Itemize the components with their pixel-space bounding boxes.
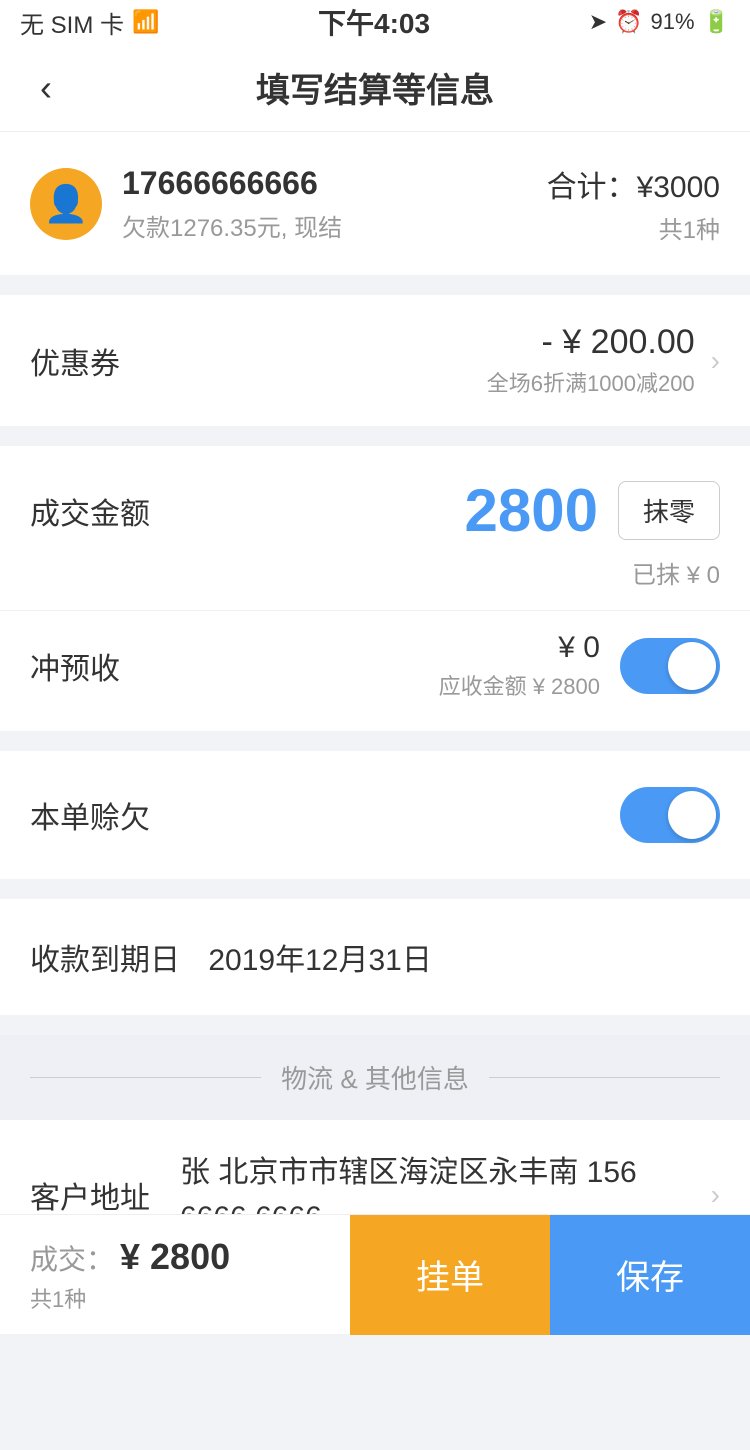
divider-line-left	[30, 1077, 261, 1078]
amount-section: 成交金额 2800 抹零 已抹 ¥ 0 冲预收 ¥ 0 应收金额 ¥ 2800	[0, 446, 750, 731]
coupon-chevron: ›	[711, 345, 720, 377]
battery-text: 91%	[651, 9, 695, 35]
wifi-icon: 📶	[132, 9, 159, 35]
coupon-label: 优惠券	[30, 339, 120, 383]
amount-sub: 已抹 ¥ 0	[0, 555, 750, 610]
customer-left: 👤 17666666666 欠款1276.35元, 现结	[30, 165, 342, 243]
avatar-icon: 👤	[44, 183, 89, 225]
deferred-toggle[interactable]	[620, 787, 720, 843]
prepay-label: 冲预收	[30, 644, 120, 688]
deferred-label: 本单赊欠	[30, 793, 150, 837]
amount-row: 成交金额 2800 抹零	[0, 446, 750, 555]
deferred-row: 本单赊欠	[0, 751, 750, 879]
round-button[interactable]: 抹零	[618, 481, 720, 540]
total-value: ¥3000	[637, 171, 720, 204]
duedate-row: 收款到期日 2019年12月31日	[0, 899, 750, 1015]
hold-button[interactable]: 挂单	[350, 1215, 550, 1335]
sim-text: 无 SIM 卡	[20, 5, 124, 40]
bottom-summary: 成交：¥ 2800 共1种	[0, 1236, 350, 1314]
amount-value: 2800	[465, 476, 598, 545]
total-label-text: 合计：	[547, 171, 637, 204]
bottom-amount: ¥ 2800	[120, 1236, 230, 1277]
coupon-discount: - ¥ 200.00	[487, 323, 695, 362]
customer-info: 17666666666 欠款1276.35元, 现结	[122, 165, 342, 243]
address-chevron: ›	[711, 1179, 720, 1211]
battery-icon: 🔋	[703, 9, 730, 35]
total-count: 共1种	[547, 210, 720, 245]
status-bar: 无 SIM 卡 📶 下午4:03 ➤ ⏰ 91% 🔋	[0, 0, 750, 44]
prepay-toggle-knob	[668, 642, 716, 690]
prepay-right: ¥ 0 应收金额 ¥ 2800	[439, 631, 720, 701]
section-divider: 物流 & 其他信息	[0, 1035, 750, 1120]
customer-section: 👤 17666666666 欠款1276.35元, 现结 合计：¥3000 共1…	[0, 132, 750, 275]
coupon-row[interactable]: 优惠券 - ¥ 200.00 全场6折满1000减200 ›	[0, 295, 750, 426]
customer-phone: 17666666666	[122, 165, 342, 202]
customer-row: 👤 17666666666 欠款1276.35元, 现结 合计：¥3000 共1…	[0, 132, 750, 275]
deferred-toggle-knob	[668, 791, 716, 839]
page-title: 填写结算等信息	[256, 63, 494, 112]
back-button[interactable]: ‹	[30, 57, 62, 119]
divider-line-right	[489, 1077, 720, 1078]
deferred-section: 本单赊欠	[0, 751, 750, 879]
status-right: ➤ ⏰ 91% 🔋	[589, 9, 730, 35]
prepay-amount: ¥ 0 应收金额 ¥ 2800	[439, 631, 600, 701]
alarm-icon: ⏰	[615, 9, 642, 35]
total-label: 合计：¥3000	[547, 162, 720, 206]
coupon-right: - ¥ 200.00 全场6折满1000减200 ›	[487, 323, 720, 398]
prepay-toggle[interactable]	[620, 638, 720, 694]
status-time: 下午4:03	[318, 2, 430, 42]
prepay-main: ¥ 0	[439, 631, 600, 665]
coupon-value-block: - ¥ 200.00 全场6折满1000减200	[487, 323, 695, 398]
amount-right: 2800 抹零	[465, 476, 721, 545]
save-button[interactable]: 保存	[550, 1215, 750, 1335]
prepay-row: 冲预收 ¥ 0 应收金额 ¥ 2800	[0, 610, 750, 731]
prepay-sub: 应收金额 ¥ 2800	[439, 669, 600, 701]
duedate-value: 2019年12月31日	[208, 944, 431, 977]
status-left: 无 SIM 卡 📶	[20, 5, 159, 40]
avatar: 👤	[30, 168, 102, 240]
divider-text: 物流 & 其他信息	[261, 1059, 489, 1096]
bottom-count: 共1种	[30, 1282, 320, 1314]
duedate-section: 收款到期日 2019年12月31日	[0, 899, 750, 1015]
address-label: 客户地址	[30, 1173, 150, 1217]
coupon-section: 优惠券 - ¥ 200.00 全场6折满1000减200 ›	[0, 295, 750, 426]
bottom-label: 成交：	[30, 1244, 114, 1275]
amount-label: 成交金额	[30, 489, 150, 533]
nav-bar: ‹ 填写结算等信息	[0, 44, 750, 132]
bottom-amount-line: 成交：¥ 2800	[30, 1236, 320, 1278]
bottom-bar: 成交：¥ 2800 共1种 挂单 保存	[0, 1214, 750, 1334]
coupon-sub: 全场6折满1000减200	[487, 366, 695, 398]
duedate-label: 收款到期日	[30, 944, 180, 977]
customer-sub: 欠款1276.35元, 现结	[122, 208, 342, 243]
customer-right: 合计：¥3000 共1种	[547, 162, 720, 245]
location-icon: ➤	[589, 9, 607, 35]
